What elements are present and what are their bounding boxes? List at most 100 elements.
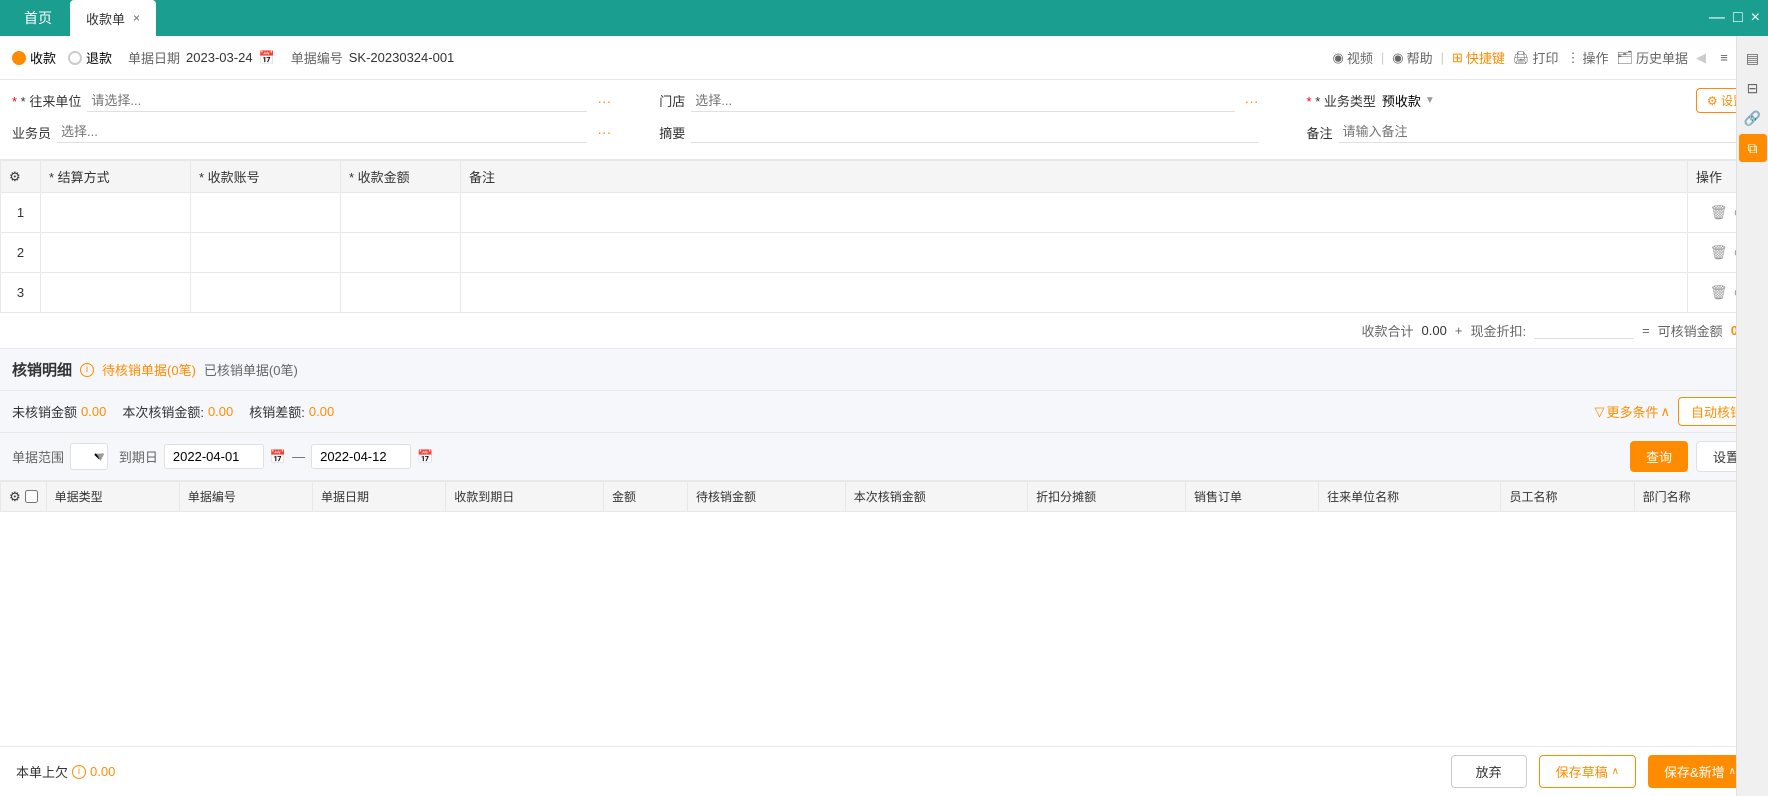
account-cell-1[interactable] — [191, 193, 341, 233]
minimize-icon[interactable]: — — [1709, 9, 1725, 27]
sidebar-link-icon[interactable]: 🔗 — [1739, 104, 1767, 132]
amount-cell-1[interactable] — [341, 193, 461, 233]
bottom-table: ⚙ 单据类型 单据编号 单据日期 收款到期日 金额 待核销金额 本次核销金额 折… — [0, 481, 1768, 512]
footer-left: 本单上欠 i 0.00 — [16, 762, 115, 781]
amount-cell-2[interactable] — [341, 233, 461, 273]
staff-input[interactable] — [57, 121, 587, 143]
method-cell-2[interactable] — [41, 233, 191, 273]
col-date-header: 单据日期 — [313, 482, 446, 512]
sidebar-expand-icon[interactable]: ⧉ — [1739, 134, 1767, 162]
range-field: 单据范围 ▼ — [12, 443, 107, 470]
save-arrow-icon: ∧ — [1729, 766, 1736, 777]
form-row-1: * 往来单位 ··· 门店 ··· * 业务类型 预收款 ▼ — [12, 88, 1756, 113]
shop-input[interactable] — [691, 90, 1234, 112]
date-field: 单据日期 2023-03-24 📅 — [128, 48, 275, 67]
tab-bar-right: — □ × — [1709, 9, 1760, 27]
from-unit-input[interactable] — [87, 90, 587, 112]
account-cell-2[interactable] — [191, 233, 341, 273]
chevron-up-icon: ∧ — [1660, 404, 1670, 420]
footer-info-icon[interactable]: i — [72, 765, 86, 779]
delete-icon-2[interactable]: 🗑 — [1710, 244, 1728, 261]
print-icon: 🖨 — [1513, 50, 1530, 66]
table-row: 3 🗑 ⊕ — [1, 273, 1768, 313]
maximize-icon[interactable]: □ — [1733, 9, 1743, 27]
history-btn[interactable]: 🗂 历史单据 — [1616, 48, 1688, 67]
due-date-field: 到期日 📅 — 📅 — [119, 444, 433, 469]
tab-home[interactable]: 首页 — [8, 0, 68, 36]
radio-receipt[interactable]: 收款 — [12, 48, 56, 67]
from-unit-field: * 往来单位 ··· — [12, 90, 611, 112]
business-type-field: * 业务类型 预收款 ▼ ⚙ 设置 — [1307, 88, 1756, 113]
col-discount-header: 折扣分摊额 — [1028, 482, 1186, 512]
staff-more-icon[interactable]: ··· — [597, 124, 611, 140]
col-sales-order-header: 销售订单 — [1185, 482, 1318, 512]
video-btn[interactable]: ◉ 视频 — [1333, 48, 1373, 67]
footer-right: 放弃 保存草稿 ∧ 保存&新增 ∧ — [1451, 755, 1752, 788]
draft-btn[interactable]: 保存草稿 ∧ — [1539, 755, 1636, 788]
abandon-btn[interactable]: 放弃 — [1451, 755, 1527, 788]
bottom-table-container: ⚙ 单据类型 单据编号 单据日期 收款到期日 金额 待核销金额 本次核销金额 折… — [0, 481, 1768, 746]
dropdown-arrow-icon: ▼ — [1425, 95, 1435, 106]
layout-list-icon[interactable]: ≡ — [1714, 48, 1734, 68]
from-unit-more-icon[interactable]: ··· — [597, 93, 611, 109]
right-sidebar: ▤ ⊟ 🔗 ⧉ — [1736, 36, 1768, 796]
table-row: 1 🗑 ⊕ — [1, 193, 1768, 233]
shop-field: 门店 ··· — [659, 90, 1258, 112]
filter-icon: ▽ — [1594, 404, 1604, 420]
account-cell-3[interactable] — [191, 273, 341, 313]
pending-tab[interactable]: 待核销单据(0笔) — [102, 360, 196, 379]
print-btn[interactable]: 🖨 打印 — [1513, 48, 1559, 67]
table-settings-icon[interactable]: ⚙ — [9, 489, 21, 505]
summary-input[interactable] — [691, 121, 1258, 143]
col-remark-header: 备注 — [461, 161, 1688, 193]
discount-input[interactable] — [1534, 323, 1634, 339]
radio-dot-receipt — [12, 51, 26, 65]
tab-active[interactable]: 收款单 × — [70, 0, 156, 36]
operation-btn[interactable]: ⋮ 操作 — [1566, 48, 1608, 67]
calendar-from-icon[interactable]: 📅 — [270, 449, 286, 465]
remark-cell-3[interactable] — [461, 273, 1688, 313]
unchecked-amount: 未核销金额 0.00 — [12, 402, 106, 421]
more-conditions-btn[interactable]: ▽ 更多条件 ∧ — [1594, 402, 1670, 421]
method-cell-1[interactable] — [41, 193, 191, 233]
completed-tab[interactable]: 已核销单据(0笔) — [204, 360, 298, 379]
shop-more-icon[interactable]: ··· — [1245, 93, 1259, 109]
remark-cell-2[interactable] — [461, 233, 1688, 273]
filter-row: 未核销金额 0.00 本次核销金额: 0.00 核销差额: 0.00 ▽ 更多条… — [0, 391, 1768, 433]
query-btn[interactable]: 查询 — [1630, 441, 1688, 472]
history-icon: 🗂 — [1616, 50, 1633, 66]
calendar-to-icon[interactable]: 📅 — [417, 449, 433, 465]
sidebar-table-icon[interactable]: ▤ — [1739, 44, 1767, 72]
table-area: ⚙ * 结算方式 * 收款账号 * 收款金额 备注 操作 1 — [0, 160, 1768, 313]
calendar-icon[interactable]: 📅 — [259, 50, 275, 66]
method-cell-3[interactable] — [41, 273, 191, 313]
note-input[interactable] — [1339, 121, 1756, 143]
info-icon[interactable]: i — [80, 363, 94, 377]
operation-icon: ⋮ — [1566, 50, 1579, 66]
delete-icon-1[interactable]: 🗑 — [1710, 204, 1728, 221]
business-type-select[interactable]: 预收款 ▼ — [1382, 91, 1435, 110]
data-table: ⚙ * 结算方式 * 收款账号 * 收款金额 备注 操作 1 — [0, 160, 1768, 313]
remark-cell-1[interactable] — [461, 193, 1688, 233]
row-num-1: 1 — [1, 193, 41, 233]
col-settings-header[interactable]: ⚙ — [1, 161, 41, 193]
date-to-input[interactable] — [311, 444, 411, 469]
radio-refund[interactable]: 退款 — [68, 48, 112, 67]
close-icon[interactable]: × — [1751, 9, 1760, 27]
radio-group: 收款 退款 — [12, 48, 112, 67]
col-account-header: * 收款账号 — [191, 161, 341, 193]
col-pending-header: 待核销金额 — [688, 482, 846, 512]
amount-cell-3[interactable] — [341, 273, 461, 313]
number-field: 单据编号 SK-20230324-001 — [291, 48, 455, 67]
col-due-date-header: 收款到期日 — [446, 482, 604, 512]
col-type-header: 单据类型 — [46, 482, 179, 512]
shortcut-btn[interactable]: ⊞ 快捷键 — [1452, 48, 1505, 67]
tab-close-icon[interactable]: × — [133, 11, 140, 25]
help-btn[interactable]: ◉ 帮助 — [1392, 48, 1432, 67]
select-all-checkbox[interactable] — [25, 490, 38, 503]
summary-row: 收款合计 0.00 + 现金折扣: = 可核销金额 0.00 — [0, 313, 1768, 349]
sidebar-minus-icon[interactable]: ⊟ — [1739, 74, 1767, 102]
delete-icon-3[interactable]: 🗑 — [1710, 284, 1728, 301]
help-icon: ◉ — [1392, 50, 1403, 66]
date-from-input[interactable] — [164, 444, 264, 469]
